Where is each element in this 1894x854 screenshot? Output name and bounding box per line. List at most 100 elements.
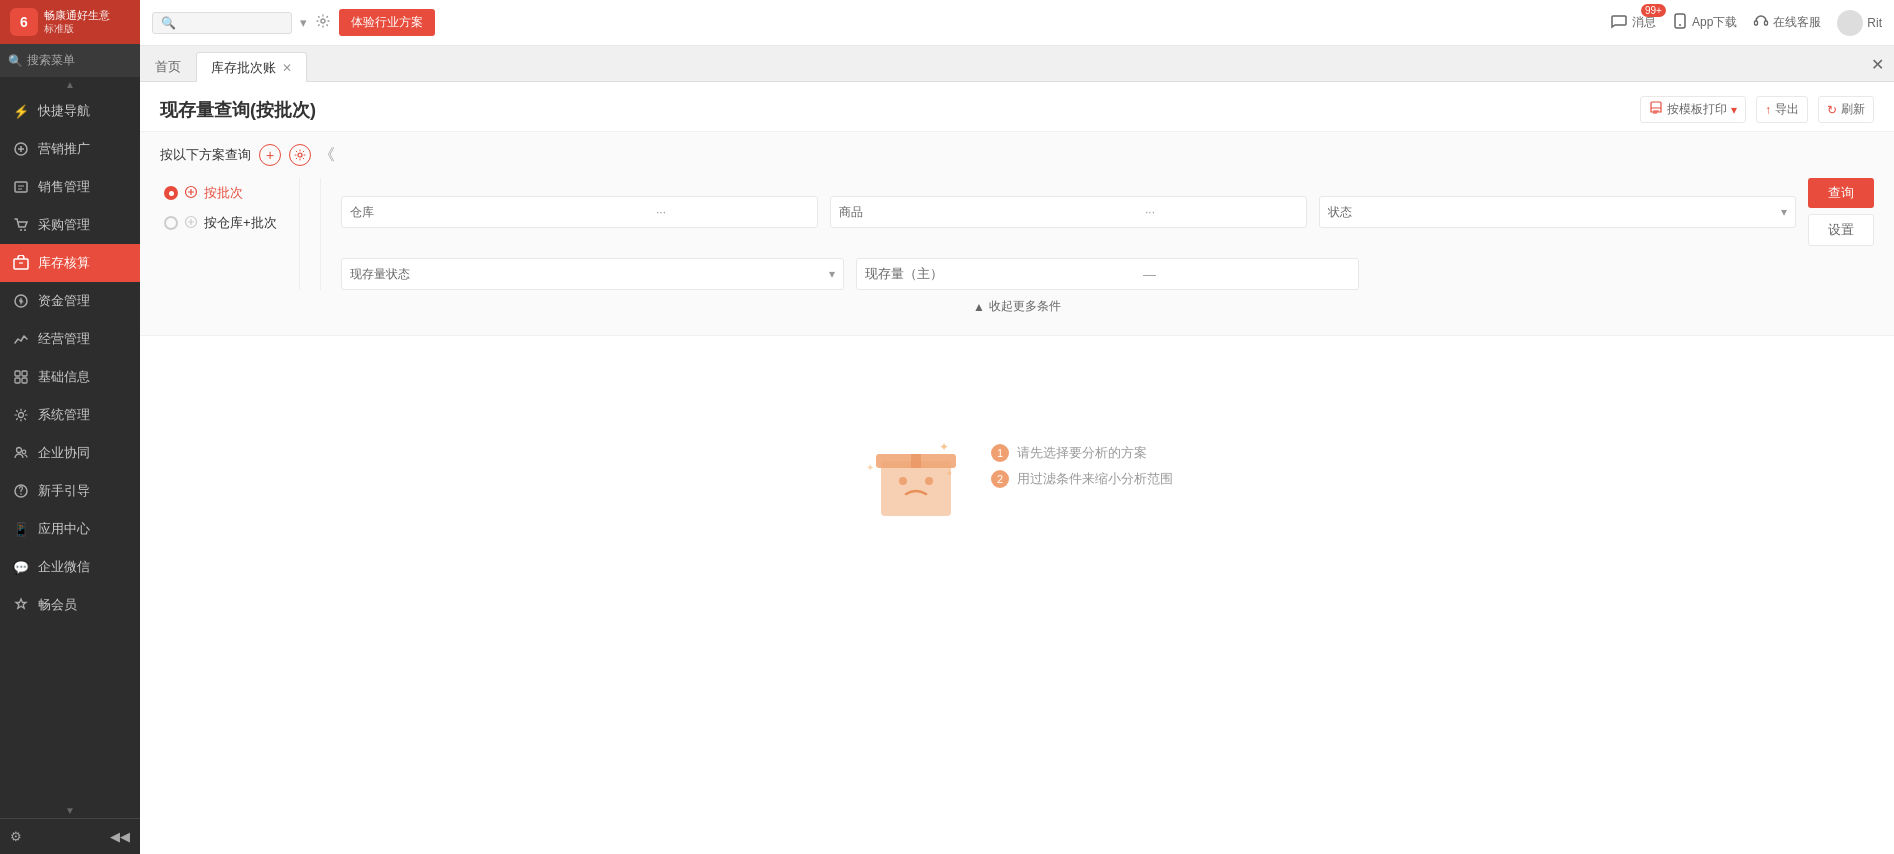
scroll-up-btn[interactable]: ▲ [0,77,140,92]
nav-label-operations: 经营管理 [38,330,90,348]
sidebar-item-quick-nav[interactable]: ⚡ 快捷导航 [0,92,140,130]
filter-warehouse-field: 仓库 ··· [341,196,818,228]
svg-rect-19 [1765,21,1768,25]
sidebar-nav: ⚡ 快捷导航 营销推广 销售管理 采购管理 库存核算 [0,92,140,803]
sidebar-item-basic[interactable]: 基础信息 [0,358,140,396]
sidebar-item-member[interactable]: 畅会员 [0,586,140,624]
svg-text:✦: ✦ [866,462,874,473]
sidebar-item-system[interactable]: 系统管理 [0,396,140,434]
nav-icon-guide [12,482,30,500]
svg-rect-7 [22,371,27,376]
svg-rect-20 [1651,102,1661,108]
topbar-dropdown-icon[interactable]: ▾ [300,15,307,30]
sidebar-item-operations[interactable]: 经营管理 [0,320,140,358]
tab-home[interactable]: 首页 [140,51,196,81]
tab-home-label: 首页 [155,58,181,76]
nav-icon-sales [12,178,30,196]
svg-point-10 [19,413,24,418]
svg-text:✦: ✦ [946,469,953,478]
settings-icon[interactable]: ⚙ [10,829,22,844]
radio-by-batch [164,186,178,200]
nav-icon-operations [12,330,30,348]
scroll-down-btn[interactable]: ▼ [0,803,140,818]
qty-max-input[interactable] [1160,267,1350,281]
sidebar-search[interactable]: 🔍 搜索菜单 [0,44,140,77]
export-btn[interactable]: ↑ 导出 [1756,96,1808,123]
hint-1-label: 请先选择要分析的方案 [1017,444,1147,462]
filter-fields-container: 仓库 ··· 商品 ··· [341,178,1874,290]
nav-icon-app-center: 📱 [12,520,30,538]
sidebar-item-wechat[interactable]: 💬 企业微信 [0,548,140,586]
edition-label: 标准版 [44,22,110,36]
topbar-right: 消息 99+ App下载 在线客服 Rit [1610,10,1882,36]
search-icon: 🔍 [8,54,23,68]
print-icon [1649,101,1663,118]
empty-state: ✦ ✦ ✦ 1 请先选择要分析的方案 2 用过滤条件来缩小分析范围 [140,336,1894,596]
tab-inventory-batch-close[interactable]: ✕ [282,61,292,75]
nav-label-system: 系统管理 [38,406,90,424]
svg-rect-8 [15,378,20,383]
tabbar: 首页 库存批次账 ✕ ✕ [140,46,1894,82]
collapse-more-btn[interactable]: ▲ 收起更多条件 [160,290,1874,323]
user-name: Rit [1867,16,1882,30]
refresh-btn[interactable]: ↻ 刷新 [1818,96,1874,123]
warehouse-input[interactable]: 仓库 ··· [341,196,818,228]
online-service-btn[interactable]: 在线客服 [1753,13,1821,32]
filter-add-btn[interactable]: + [259,144,281,166]
filter-settings-btn-2[interactable]: 设置 [1808,214,1874,246]
qty-min-input[interactable] [949,267,1139,281]
topbar-settings-icon[interactable] [315,13,331,32]
svg-point-15 [321,19,325,23]
tabbar-close-btn[interactable]: ✕ [1861,50,1894,77]
inventory-qty-range[interactable]: 现存量（主） — [856,258,1359,290]
svg-text:✦: ✦ [939,440,949,454]
query-btn[interactable]: 查询 [1808,178,1874,208]
product-input[interactable]: 商品 ··· [830,196,1307,228]
sidebar-item-finance[interactable]: 资金管理 [0,282,140,320]
trial-industry-btn[interactable]: 体验行业方案 [339,9,435,36]
filter-divider [320,178,321,290]
sidebar-item-enterprise[interactable]: 企业协同 [0,434,140,472]
warehouse-more-btn[interactable]: ··· [656,205,809,219]
sidebar-item-marketing[interactable]: 营销推广 [0,130,140,168]
filter-settings-btn[interactable] [289,144,311,166]
page-title: 现存量查询(按批次) [160,98,316,122]
inventory-status-select[interactable]: 现存量状态 ▾ [341,258,844,290]
app-download-btn[interactable]: App下载 [1672,13,1737,32]
product-more-btn[interactable]: ··· [1145,205,1298,219]
filter-row-2: 现存量状态 ▾ 现存量（主） — [341,258,1874,290]
filter-collapse-side-btn[interactable]: 《 [319,145,335,166]
topbar-left: 🔍 ▾ 体验行业方案 [152,9,1602,36]
sidebar-header: 6 畅康通好生意 标准版 [0,0,140,44]
sidebar-item-purchase[interactable]: 采购管理 [0,206,140,244]
user-avatar [1837,10,1863,36]
nav-label-guide: 新手引导 [38,482,90,500]
nav-label-basic: 基础信息 [38,368,90,386]
inventory-qty-label: 现存量（主） [865,265,945,283]
sidebar-item-app-center[interactable]: 📱 应用中心 [0,510,140,548]
messages-btn[interactable]: 消息 99+ [1610,12,1656,33]
nav-label-app-center: 应用中心 [38,520,90,538]
svg-point-3 [24,229,26,231]
hint-num-2: 2 [991,470,1009,488]
sidebar-toggle-btn[interactable]: ◀◀ [110,829,130,844]
topbar-search-box[interactable]: 🔍 [152,12,292,34]
nav-label-finance: 资金管理 [38,292,90,310]
filter-option-by-warehouse-batch[interactable]: 按仓库+批次 [160,208,287,238]
empty-illustration: ✦ ✦ ✦ [861,416,961,516]
sidebar-item-sales[interactable]: 销售管理 [0,168,140,206]
svg-point-28 [925,477,933,485]
sidebar-item-inventory[interactable]: 库存核算 [0,244,140,282]
user-menu-btn[interactable]: Rit [1837,10,1882,36]
print-dropdown-icon[interactable]: ▾ [1731,103,1737,117]
tab-inventory-batch[interactable]: 库存批次账 ✕ [196,52,307,82]
sidebar-item-guide[interactable]: 新手引导 [0,472,140,510]
svg-point-11 [17,448,22,453]
print-btn[interactable]: 按模板打印 ▾ [1640,96,1746,123]
nav-label-purchase: 采购管理 [38,216,90,234]
filter-option-by-batch[interactable]: 按批次 [160,178,287,208]
filter-action-btns: 查询 设置 [1808,178,1874,246]
messages-badge: 99+ [1641,4,1666,17]
by-warehouse-batch-icon [184,215,198,232]
status-select[interactable]: 状态 ▾ [1319,196,1796,228]
